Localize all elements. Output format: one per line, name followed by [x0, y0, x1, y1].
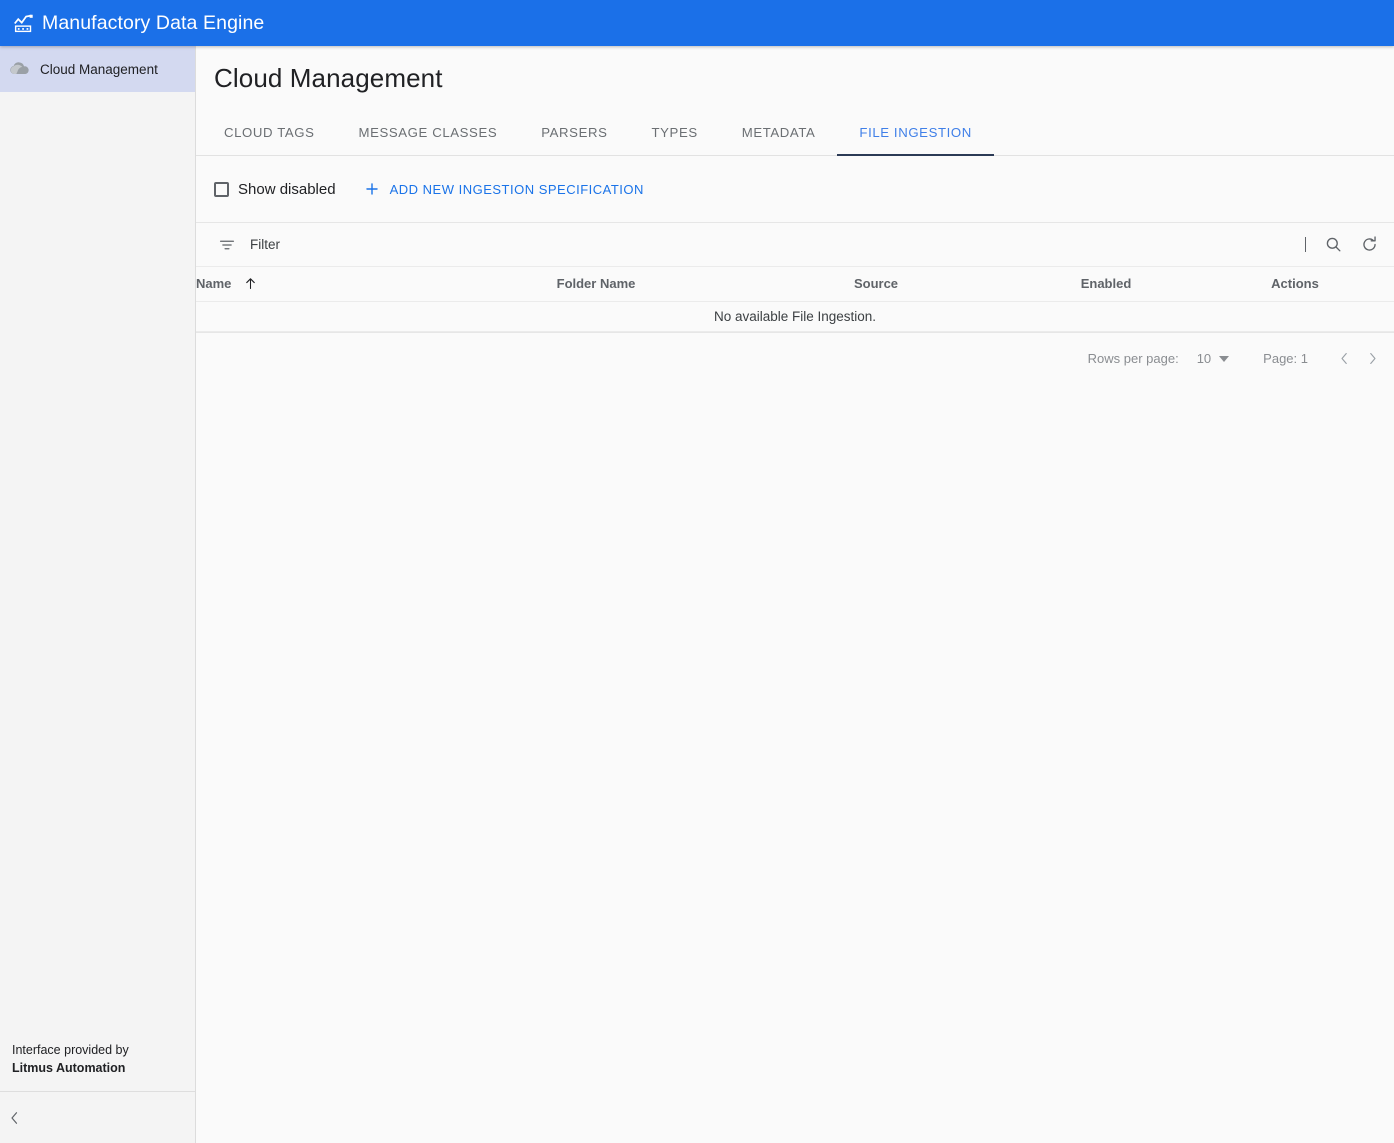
table-body: No available File Ingestion.: [196, 301, 1394, 331]
column-label-actions: Actions: [1271, 276, 1319, 291]
toolbar: Show disabled ADD NEW INGESTION SPECIFIC…: [196, 156, 1394, 222]
tab-file-ingestion[interactable]: FILE INGESTION: [837, 110, 993, 155]
rows-per-page-select[interactable]: 10: [1197, 351, 1229, 366]
tab-label: PARSERS: [541, 125, 607, 140]
text-cursor-icon: [1305, 237, 1306, 252]
column-header-actions: Actions: [1196, 267, 1394, 301]
column-label-name: Name: [196, 276, 231, 291]
provider-prefix: Interface provided by: [12, 1041, 195, 1059]
filter-icon[interactable]: [218, 236, 236, 254]
filter-bar: Filter: [196, 223, 1394, 267]
chevron-left-icon: [6, 1109, 24, 1127]
file-ingestion-table: Name Folder Name: [196, 267, 1394, 332]
column-header-enabled[interactable]: Enabled: [1016, 267, 1196, 301]
tab-types[interactable]: TYPES: [630, 110, 720, 155]
sidebar-nav: Cloud Management: [0, 46, 195, 92]
column-header-name[interactable]: Name: [196, 267, 456, 301]
arrow-up-icon: [243, 276, 258, 291]
show-disabled-label: Show disabled: [238, 181, 336, 198]
column-label-source: Source: [854, 276, 898, 291]
checkbox-box-icon: [214, 182, 229, 197]
tab-label: METADATA: [742, 125, 816, 140]
tab-metadata[interactable]: METADATA: [720, 110, 838, 155]
app-header: Manufactory Data Engine: [0, 0, 1394, 46]
table-empty-row: No available File Ingestion.: [196, 301, 1394, 331]
rows-per-page-label: Rows per page:: [1088, 351, 1179, 366]
tab-bar: CLOUD TAGS MESSAGE CLASSES PARSERS TYPES…: [196, 110, 1394, 156]
add-button-label: ADD NEW INGESTION SPECIFICATION: [390, 182, 644, 197]
previous-page-button[interactable]: [1330, 345, 1358, 373]
main-content: Cloud Management CLOUD TAGS MESSAGE CLAS…: [196, 46, 1394, 1143]
sidebar: Cloud Management Interface provided by L…: [0, 46, 196, 1143]
tab-label: FILE INGESTION: [859, 125, 971, 140]
plus-icon: [364, 181, 380, 197]
sidebar-item-label: Cloud Management: [40, 62, 158, 77]
rows-per-page-value: 10: [1197, 351, 1211, 366]
file-ingestion-table-card: Filter: [196, 222, 1394, 333]
filter-input[interactable]: Filter: [250, 237, 280, 252]
page-title-bar: Cloud Management: [196, 46, 1394, 110]
sidebar-collapse-button[interactable]: [0, 1092, 195, 1143]
column-header-source[interactable]: Source: [736, 267, 1016, 301]
chevron-down-icon: [1219, 356, 1229, 362]
column-header-folder-name[interactable]: Folder Name: [456, 267, 736, 301]
show-disabled-checkbox[interactable]: Show disabled: [214, 181, 336, 198]
column-label-enabled: Enabled: [1081, 276, 1132, 291]
table-header: Name Folder Name: [196, 267, 1394, 301]
sidebar-footer: Interface provided by Litmus Automation: [0, 1041, 195, 1092]
tab-message-classes[interactable]: MESSAGE CLASSES: [337, 110, 520, 155]
line-chart-factory-icon: [12, 12, 34, 34]
tab-label: CLOUD TAGS: [224, 125, 315, 140]
tab-label: TYPES: [652, 125, 698, 140]
table-header-row: Name Folder Name: [196, 267, 1394, 301]
tab-parsers[interactable]: PARSERS: [519, 110, 629, 155]
page-indicator: Page: 1: [1263, 351, 1308, 366]
refresh-icon[interactable]: [1358, 234, 1380, 256]
page-title: Cloud Management: [214, 63, 443, 94]
next-page-button[interactable]: [1358, 345, 1386, 373]
sidebar-item-cloud-management[interactable]: Cloud Management: [0, 46, 195, 92]
cloud-icon: [6, 56, 32, 82]
filter-bar-actions: [1305, 234, 1380, 256]
table-empty-message: No available File Ingestion.: [196, 301, 1394, 331]
pagination: Rows per page: 10 Page: 1: [196, 333, 1394, 385]
column-label-folder-name: Folder Name: [557, 276, 636, 291]
provider-name: Litmus Automation: [12, 1059, 195, 1077]
add-new-ingestion-specification-button[interactable]: ADD NEW INGESTION SPECIFICATION: [364, 181, 644, 197]
search-icon[interactable]: [1322, 234, 1344, 256]
tab-cloud-tags[interactable]: CLOUD TAGS: [202, 110, 337, 155]
app-title: Manufactory Data Engine: [42, 12, 264, 35]
tab-label: MESSAGE CLASSES: [359, 125, 498, 140]
